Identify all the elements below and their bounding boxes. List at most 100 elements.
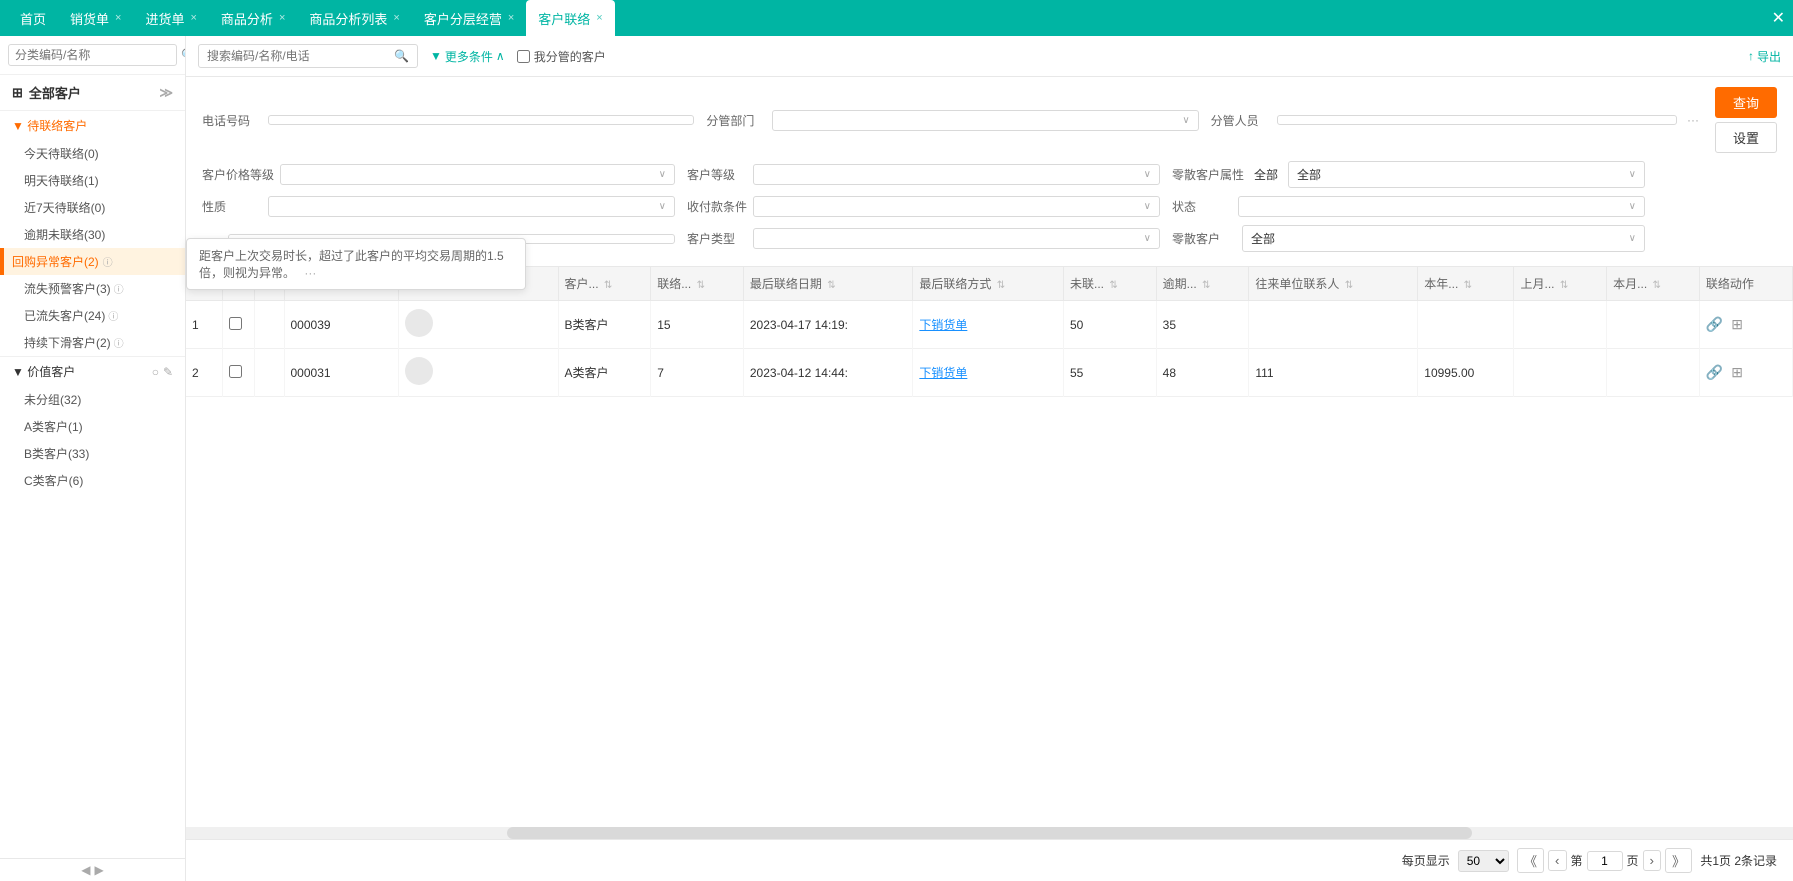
class-b-label: B类客户(33) bbox=[24, 445, 89, 462]
nav-item-analysis[interactable]: 商品分析 × bbox=[209, 0, 297, 36]
close-icon[interactable]: × bbox=[508, 12, 514, 24]
row-checkbox-1[interactable] bbox=[229, 317, 242, 330]
my-customers-label: 我分管的客户 bbox=[534, 48, 606, 65]
filter-cell-price-grade: 客户价格等级 ∨ bbox=[202, 164, 675, 185]
per-page-select[interactable]: 50 20 100 bbox=[1458, 850, 1509, 872]
declining-label: 持续下滑客户(2) bbox=[24, 334, 111, 351]
row-checkbox-2[interactable] bbox=[229, 365, 242, 378]
last-page-btn[interactable]: 》 bbox=[1665, 848, 1692, 873]
nav-item-analysis-list[interactable]: 商品分析列表 × bbox=[297, 0, 411, 36]
sidebar-all-customers[interactable]: ⊞ 全部客户 ≫ bbox=[0, 75, 185, 111]
link-action-icon-1[interactable]: 🔗 bbox=[1706, 316, 1723, 333]
sidebar-item-ungroup[interactable]: 未分组(32) bbox=[0, 386, 185, 413]
status-select[interactable]: ∨ bbox=[1238, 196, 1645, 217]
close-icon[interactable]: × bbox=[279, 12, 285, 24]
nav-label-purchase: 进货单 bbox=[145, 9, 184, 28]
filter-cell-phone: 电话号码 bbox=[202, 112, 694, 129]
nav-label-customer-tier: 客户分层经营 bbox=[424, 9, 502, 28]
class-a-label: A类客户(1) bbox=[24, 418, 83, 435]
filter-row-2: 客户价格等级 ∨ 客户等级 ∨ 零散客户属性 全部 bbox=[202, 161, 1777, 188]
filter-cell-retail: 零散客户 全部 ∨ bbox=[1172, 225, 1645, 252]
sidebar-search-area: 🔍 bbox=[0, 36, 185, 75]
payment-select[interactable]: ∨ bbox=[753, 196, 1160, 217]
query-button[interactable]: 查询 bbox=[1715, 87, 1777, 118]
link-action-icon-2[interactable]: 🔗 bbox=[1706, 364, 1723, 381]
nav-item-customer-contact[interactable]: 客户联络 × bbox=[526, 0, 614, 36]
close-icon[interactable]: × bbox=[596, 12, 602, 24]
nav-item-home[interactable]: 首页 bbox=[8, 0, 58, 36]
action-icons-1: 🔗 ⊞ bbox=[1706, 316, 1786, 333]
filter-cell-status: 状态 ∨ bbox=[1172, 196, 1645, 217]
sidebar-item-repurchase-anomaly[interactable]: 回购异常客户(2) ⓘ bbox=[0, 248, 185, 275]
retail-select[interactable]: 全部 ∨ bbox=[1242, 225, 1645, 252]
main-layout: 🔍 ⊞ 全部客户 ≫ ▼ 待联络客户 今天待联络(0) 明天待联络(1) 近7天… bbox=[0, 36, 1793, 881]
right-arrow-icon[interactable]: ▶ bbox=[95, 863, 104, 877]
dept-select[interactable]: ∨ bbox=[772, 110, 1198, 131]
retail-attr-select[interactable]: 全部 ∨ bbox=[1288, 161, 1645, 188]
nav-item-purchase[interactable]: 进货单 × bbox=[133, 0, 208, 36]
close-icon[interactable]: × bbox=[190, 12, 196, 24]
last-method-link-2[interactable]: 下销货单 bbox=[919, 366, 967, 380]
horizontal-scrollbar[interactable] bbox=[186, 827, 1793, 839]
customer-grade-caret-icon: ∨ bbox=[1144, 169, 1151, 180]
more-conditions-btn[interactable]: ▼ 更多条件 ∧ bbox=[430, 48, 505, 65]
nav-item-customer-tier[interactable]: 客户分层经营 × bbox=[412, 0, 526, 36]
table-row: 1 000039 B类客户 15 2023-04-17 14:19: bbox=[186, 301, 1793, 349]
td-settings-1 bbox=[254, 301, 284, 349]
sidebar-item-loss-warning[interactable]: 流失预警客户(3) ⓘ bbox=[0, 275, 185, 302]
sort-icon6: ⇅ bbox=[997, 280, 1005, 291]
grid-action-icon-1[interactable]: ⊞ bbox=[1731, 316, 1743, 333]
sidebar-item-overdue[interactable]: 逾期未联络(30) bbox=[0, 221, 185, 248]
type-select[interactable]: ∨ bbox=[753, 228, 1160, 249]
export-btn[interactable]: ↑ 导出 bbox=[1748, 48, 1781, 65]
dept-label: 分管部门 bbox=[706, 112, 766, 129]
close-icon[interactable]: × bbox=[115, 12, 121, 24]
sidebar-item-class-b[interactable]: B类客户(33) bbox=[0, 440, 185, 467]
class-c-label: C类客户(6) bbox=[24, 472, 83, 489]
scrollbar-thumb[interactable] bbox=[507, 827, 1471, 839]
tooltip-more-icon[interactable]: ··· bbox=[304, 266, 316, 280]
page-number-input[interactable] bbox=[1587, 851, 1623, 871]
my-customers-wrap: 我分管的客户 bbox=[517, 48, 606, 65]
grid-action-icon-2[interactable]: ⊞ bbox=[1731, 364, 1743, 381]
sidebar-item-today[interactable]: 今天待联络(0) bbox=[0, 140, 185, 167]
settings-button[interactable]: 设置 bbox=[1715, 122, 1777, 153]
th-last-month-label: 上月... bbox=[1520, 277, 1554, 291]
sidebar-item-declining[interactable]: 持续下滑客户(2) ⓘ bbox=[0, 329, 185, 356]
nav-label-analysis-list: 商品分析列表 bbox=[309, 9, 387, 28]
more-conditions-label: 更多条件 bbox=[445, 48, 493, 65]
sidebar-item-7days[interactable]: 近7天待联络(0) bbox=[0, 194, 185, 221]
sidebar-item-tomorrow[interactable]: 明天待联络(1) bbox=[0, 167, 185, 194]
last-method-link-1[interactable]: 下销货单 bbox=[919, 318, 967, 332]
close-icon[interactable]: × bbox=[393, 12, 399, 24]
td-check-2 bbox=[222, 349, 254, 397]
sidebar-item-lost[interactable]: 已流失客户(24) ⓘ bbox=[0, 302, 185, 329]
phone-input[interactable] bbox=[268, 115, 694, 125]
payment-caret-icon: ∨ bbox=[1144, 201, 1151, 212]
th-contacts-label: 往来单位联系人 bbox=[1255, 277, 1339, 291]
person-input[interactable] bbox=[1277, 115, 1677, 125]
first-page-btn[interactable]: 《 bbox=[1517, 848, 1544, 873]
sidebar-group-waiting[interactable]: ▼ 待联络客户 bbox=[0, 111, 185, 140]
retail-label: 零散客户 bbox=[1172, 230, 1232, 247]
prev-page-btn[interactable]: ‹ bbox=[1548, 850, 1566, 871]
nav-item-sales[interactable]: 销货单 × bbox=[58, 0, 133, 36]
person-dots-icon[interactable]: ··· bbox=[1683, 113, 1703, 127]
sidebar-item-class-c[interactable]: C类客户(6) bbox=[0, 467, 185, 494]
next-page-btn[interactable]: › bbox=[1643, 850, 1661, 871]
sidebar-group-value[interactable]: ▼ 价值客户 ○ ✎ bbox=[0, 356, 185, 386]
th-last-method-label: 最后联络方式 bbox=[919, 277, 991, 291]
nature-select[interactable]: ∨ bbox=[268, 196, 675, 217]
filter-search-input[interactable] bbox=[207, 49, 390, 63]
td-last-month-2 bbox=[1514, 349, 1607, 397]
edit-icon[interactable]: ✎ bbox=[163, 365, 173, 379]
main-close-icon[interactable]: ✕ bbox=[1772, 8, 1785, 28]
sidebar-item-class-a[interactable]: A类客户(1) bbox=[0, 413, 185, 440]
collapse-icon[interactable]: ≫ bbox=[159, 85, 173, 101]
price-grade-select[interactable]: ∨ bbox=[280, 164, 675, 185]
customer-grade-select[interactable]: ∨ bbox=[753, 164, 1160, 185]
left-arrow-icon[interactable]: ◀ bbox=[81, 863, 90, 877]
my-customers-checkbox[interactable] bbox=[517, 50, 530, 63]
sidebar-search-input[interactable] bbox=[8, 44, 177, 66]
circle-icon[interactable]: ○ bbox=[152, 365, 159, 379]
